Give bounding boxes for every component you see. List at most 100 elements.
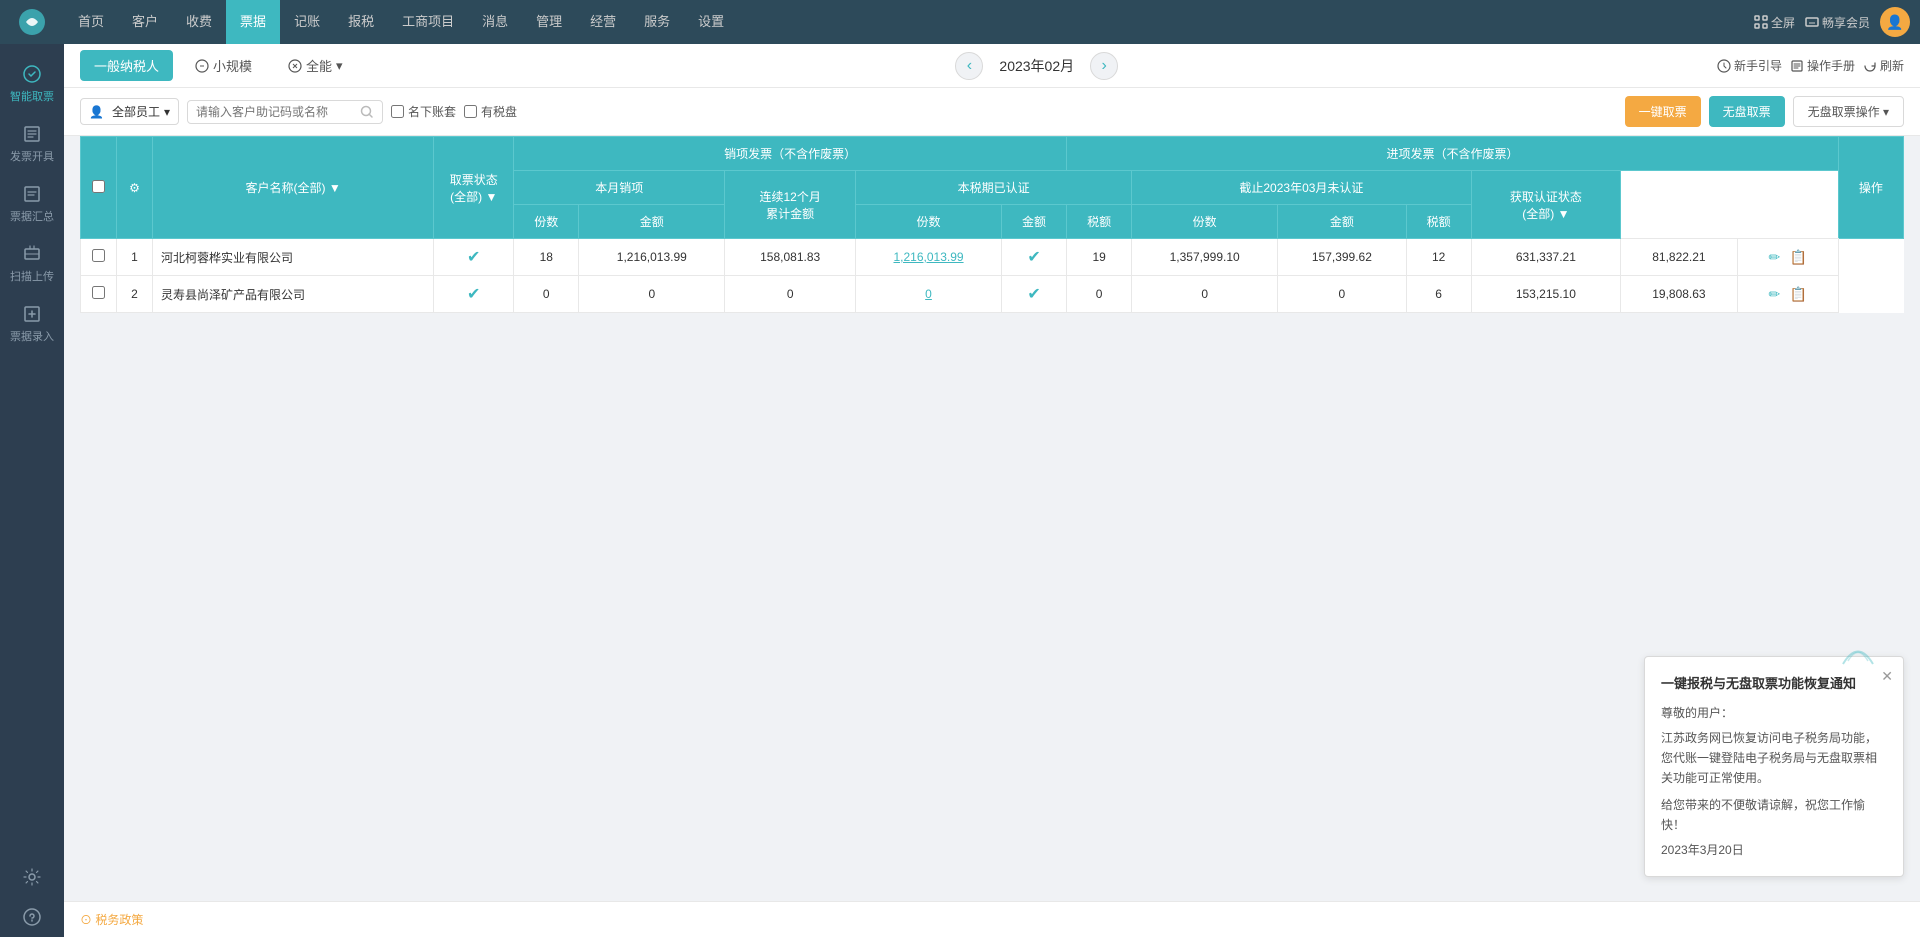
search-input[interactable] (196, 105, 356, 119)
nav-bookkeeping[interactable]: 记账 (280, 0, 334, 44)
row-checkbox-1[interactable] (81, 276, 117, 313)
th-uncert-count: 份数 (1132, 205, 1278, 239)
nav-tax[interactable]: 报税 (334, 0, 388, 44)
tax-policy-link[interactable]: ⊙ 税务政策 (80, 911, 143, 928)
table-container: ⚙ 客户名称(全部) ▼ 取票状态(全部) ▼ 销项发票（不含作废票） 进项发票… (64, 136, 1920, 901)
sidebar-item-summary[interactable]: 票据汇总 (0, 174, 64, 234)
nav-client[interactable]: 客户 (118, 0, 172, 44)
no-disk-ops-btn[interactable]: 无盘取票操作 ▾ (1793, 96, 1904, 127)
nav-home[interactable]: 首页 (64, 0, 118, 44)
row-name-1: 灵寿县尚泽矿产品有限公司 (153, 276, 434, 313)
th-sales-group: 销项发票（不含作废票） (514, 137, 1067, 171)
footer: ⊙ 税务政策 (64, 901, 1920, 937)
sidebar-item-scan[interactable]: 扫描上传 (0, 234, 64, 294)
nav-ticket[interactable]: 票据 (226, 0, 280, 44)
tab-all-label: 全能 (306, 56, 332, 75)
manual-label: 操作手册 (1807, 57, 1855, 74)
row-cert-count-1: 0 (1067, 276, 1132, 313)
table-row: 2 灵寿县尚泽矿产品有限公司 ✔ 0 0 0 0 ✔ 0 0 0 6 153,2… (81, 276, 1904, 313)
th-customer: 客户名称(全部) ▼ (153, 137, 434, 239)
sidebar-item-settings-bottom[interactable] (22, 857, 42, 897)
manual-btn[interactable]: 操作手册 (1790, 57, 1855, 74)
nav-business[interactable]: 工商项目 (388, 0, 468, 44)
config-icon[interactable]: ⚙ (129, 181, 140, 195)
no-disk-fetch-btn[interactable]: 无盘取票 (1709, 96, 1785, 127)
row-cert-amount-0: 1,357,999.10 (1132, 239, 1278, 276)
next-month-btn[interactable]: › (1090, 52, 1118, 80)
all-icon (288, 59, 302, 73)
sidebar-item-help[interactable] (22, 897, 42, 937)
th-fetch-status: 取票状态(全部) ▼ (434, 137, 514, 239)
search-icon[interactable] (360, 105, 374, 119)
nav-settings[interactable]: 设置 (684, 0, 738, 44)
row-action-0: ✏ 📋 (1737, 239, 1838, 276)
checkbox-account[interactable]: 名下账套 (391, 103, 456, 120)
row-cert-count-0: 19 (1067, 239, 1132, 276)
nav-items: 首页 客户 收费 票据 记账 报税 工商项目 消息 管理 经营 服务 设置 (64, 0, 1754, 44)
guide-icon (1717, 59, 1731, 73)
nav-message[interactable]: 消息 (468, 0, 522, 44)
edit-icon-1[interactable]: ✏ (1769, 286, 1781, 302)
th-action: 操作 (1838, 137, 1903, 239)
checkbox-taxdisk-input[interactable] (464, 105, 477, 118)
checkbox-account-input[interactable] (391, 105, 404, 118)
main-content: 一般纳税人 小规模 全能 ▾ ‹ 2023年02月 › 新手引导 (64, 44, 1920, 937)
notification-popup: ✕ 一键报税与无盘取票功能恢复通知 尊敬的用户： 江苏政务网已恢复访问电子税务局… (1644, 656, 1904, 877)
table-row: 1 河北柯蓉桦实业有限公司 ✔ 18 1,216,013.99 158,081.… (81, 239, 1904, 276)
fullscreen-btn[interactable]: 全屏 (1754, 14, 1795, 31)
nav-manage[interactable]: 管理 (522, 0, 576, 44)
guide-btn[interactable]: 新手引导 (1717, 57, 1782, 74)
nav-service[interactable]: 服务 (630, 0, 684, 44)
detail-icon-1[interactable]: 📋 (1790, 286, 1807, 302)
sidebar-item-smart[interactable]: 智能取票 (0, 54, 64, 114)
search-box (187, 100, 383, 124)
tab-dropdown-icon[interactable]: ▾ (336, 58, 343, 74)
tab-general[interactable]: 一般纳税人 (80, 50, 173, 81)
popup-content: 江苏政务网已恢复访问电子税务局功能，您代账一键登陆电子税务局与无盘取票相关功能可… (1661, 728, 1887, 789)
employee-select[interactable]: 👤 全部员工 ▾ (80, 98, 179, 125)
row-sales-tax-1: 0 (725, 276, 856, 313)
tab-small[interactable]: 小规模 (181, 50, 266, 81)
tab-all[interactable]: 全能 ▾ (274, 50, 357, 81)
prev-month-btn[interactable]: ‹ (955, 52, 983, 80)
edit-icon-0[interactable]: ✏ (1769, 249, 1781, 265)
sidebar-label-summary: 票据汇总 (10, 208, 54, 224)
nav-fee[interactable]: 收费 (172, 0, 226, 44)
nav-operation[interactable]: 经营 (576, 0, 630, 44)
row-index-1: 2 (117, 276, 153, 313)
row-uncert-amount-0: 631,337.21 (1471, 239, 1620, 276)
row-status-1: ✔ (434, 276, 514, 313)
row-uncert-amount-1: 153,215.10 (1471, 276, 1620, 313)
sidebar-item-invoice[interactable]: 发票开具 (0, 114, 64, 174)
checkbox-taxdisk[interactable]: 有税盘 (464, 103, 517, 120)
avatar[interactable]: 👤 (1880, 7, 1910, 37)
row-status-0: ✔ (434, 239, 514, 276)
row-cumulative-1[interactable]: 0 (856, 276, 1002, 313)
th-checkbox (81, 137, 117, 239)
th-cert-amount: 金额 (1002, 205, 1067, 239)
fetch-status-filter[interactable]: ▼ (485, 190, 497, 204)
detail-icon-0[interactable]: 📋 (1790, 249, 1807, 265)
checkbox-taxdisk-label: 有税盘 (481, 103, 517, 120)
th-sales-count: 份数 (514, 205, 579, 239)
sidebar-label-scan: 扫描上传 (10, 268, 54, 284)
select-all-checkbox[interactable] (92, 180, 105, 193)
row-index-0: 1 (117, 239, 153, 276)
member-btn[interactable]: 畅享会员 (1805, 14, 1870, 31)
guide-label: 新手引导 (1734, 57, 1782, 74)
row-sales-amount-0: 1,216,013.99 (579, 239, 725, 276)
row-cert-tax-0: 157,399.62 (1278, 239, 1406, 276)
refresh-btn[interactable]: 刷新 (1863, 57, 1904, 74)
cert-status-filter[interactable]: ▼ (1558, 207, 1570, 221)
row-sales-amount-1: 0 (579, 276, 725, 313)
th-cert-count: 份数 (856, 205, 1002, 239)
one-click-fetch-btn[interactable]: 一键取票 (1625, 96, 1701, 127)
th-cert-status: 获取认证状态(全部) ▼ (1471, 171, 1620, 239)
row-checkbox-0[interactable] (81, 239, 117, 276)
small-scale-icon (195, 59, 209, 73)
popup-close-btn[interactable]: ✕ (1881, 665, 1893, 689)
row-uncert-count-1: 6 (1406, 276, 1471, 313)
row-cumulative-0[interactable]: 1,216,013.99 (856, 239, 1002, 276)
customer-filter-icon[interactable]: ▼ (329, 181, 341, 195)
sidebar-item-entry[interactable]: 票据录入 (0, 294, 64, 354)
